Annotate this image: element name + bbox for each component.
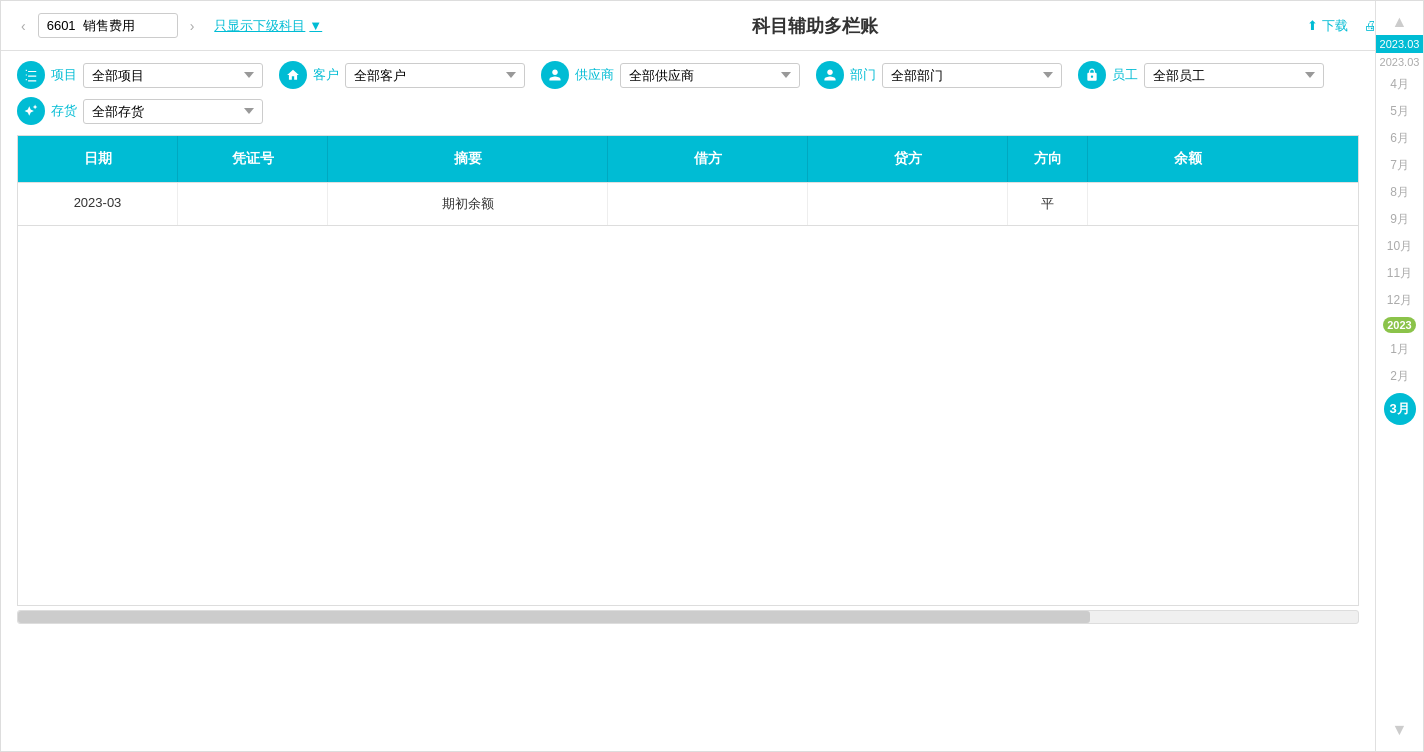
cell-direction: 平 xyxy=(1008,183,1088,225)
col-debit: 借方 xyxy=(608,136,808,182)
content-wrapper: 日期 凭证号 摘要 借方 贷方 方向 余额 2023-03 期初余额 平 xyxy=(1,135,1375,628)
timeline-month-4[interactable]: 4月 xyxy=(1376,71,1423,98)
timeline-month-8[interactable]: 8月 xyxy=(1376,179,1423,206)
timeline-selected-top[interactable]: 2023.03 xyxy=(1376,35,1423,53)
supplier-filter: 供应商 全部供应商 xyxy=(541,61,800,89)
cell-date: 2023-03 xyxy=(18,183,178,225)
inventory-filter: 存货 全部存货 xyxy=(17,97,263,125)
col-date: 日期 xyxy=(18,136,178,182)
dept-icon xyxy=(816,61,844,89)
customer-icon xyxy=(279,61,307,89)
cell-debit xyxy=(608,183,808,225)
timeline-month-9[interactable]: 9月 xyxy=(1376,206,1423,233)
project-icon xyxy=(17,61,45,89)
employee-filter: 员工 全部员工 xyxy=(1078,61,1324,89)
cell-summary: 期初余额 xyxy=(328,183,608,225)
project-filter: 项目 全部项目 xyxy=(17,61,263,89)
download-button[interactable]: ⬆ 下载 xyxy=(1307,17,1348,35)
customer-select[interactable]: 全部客户 xyxy=(345,63,525,88)
page-title: 科目辅助多栏账 xyxy=(330,14,1299,38)
inventory-icon xyxy=(17,97,45,125)
project-label: 项目 xyxy=(51,66,77,84)
col-direction: 方向 xyxy=(1008,136,1088,182)
project-select[interactable]: 全部项目 xyxy=(83,63,263,88)
download-icon: ⬆ xyxy=(1307,18,1318,33)
col-voucher: 凭证号 xyxy=(178,136,328,182)
cell-credit xyxy=(808,183,1008,225)
cell-balance xyxy=(1088,183,1288,225)
col-summary: 摘要 xyxy=(328,136,608,182)
inventory-select[interactable]: 全部存货 xyxy=(83,99,263,124)
timeline-up-button[interactable]: ▲ xyxy=(1388,9,1412,35)
timeline-year-badge[interactable]: 2023 xyxy=(1383,317,1415,333)
show-sub-toggle[interactable]: 只显示下级科目 ▼ xyxy=(214,17,322,35)
empty-content xyxy=(17,226,1359,606)
timeline-month-6[interactable]: 6月 xyxy=(1376,125,1423,152)
table-header: 日期 凭证号 摘要 借方 贷方 方向 余额 xyxy=(18,136,1358,182)
main-window: ✕ ‹ › 只显示下级科目 ▼ 科目辅助多栏账 ⬆ 下载 🖨 打印 xyxy=(0,0,1424,752)
timeline-month-1[interactable]: 1月 xyxy=(1376,336,1423,363)
inventory-label: 存货 xyxy=(51,102,77,120)
timeline-month-12[interactable]: 12月 xyxy=(1376,287,1423,314)
show-sub-chevron: ▼ xyxy=(309,18,322,33)
timeline-down-button[interactable]: ▼ xyxy=(1388,717,1412,743)
header-bar: ‹ › 只显示下级科目 ▼ 科目辅助多栏账 ⬆ 下载 🖨 打印 xyxy=(1,1,1423,51)
supplier-icon xyxy=(541,61,569,89)
show-sub-label: 只显示下级科目 xyxy=(214,17,305,35)
timeline-panel: ▲ 2023.03 2023.03 4月 5月 6月 7月 8月 9月 10月 … xyxy=(1375,1,1423,751)
timeline-month-5[interactable]: 5月 xyxy=(1376,98,1423,125)
prev-account-button[interactable]: ‹ xyxy=(17,16,30,36)
scrollbar-thumb[interactable] xyxy=(18,611,1090,623)
timeline-month-10[interactable]: 10月 xyxy=(1376,233,1423,260)
timeline-month-11[interactable]: 11月 xyxy=(1376,260,1423,287)
timeline-month-2[interactable]: 2月 xyxy=(1376,363,1423,390)
data-table: 日期 凭证号 摘要 借方 贷方 方向 余额 2023-03 期初余额 平 xyxy=(17,135,1359,226)
horizontal-scrollbar[interactable] xyxy=(17,610,1359,624)
table-row: 2023-03 期初余额 平 xyxy=(18,182,1358,225)
main-content: 日期 凭证号 摘要 借方 贷方 方向 余额 2023-03 期初余额 平 xyxy=(1,135,1375,628)
next-account-button[interactable]: › xyxy=(186,16,199,36)
col-balance: 余额 xyxy=(1088,136,1288,182)
employee-select[interactable]: 全部员工 xyxy=(1144,63,1324,88)
customer-filter: 客户 全部客户 xyxy=(279,61,525,89)
customer-label: 客户 xyxy=(313,66,339,84)
col-credit: 贷方 xyxy=(808,136,1008,182)
employee-label: 员工 xyxy=(1112,66,1138,84)
dept-label: 部门 xyxy=(850,66,876,84)
filter-bar: 项目 全部项目 客户 全部客户 供应商 全部供应商 xyxy=(1,51,1423,135)
dept-filter: 部门 全部部门 xyxy=(816,61,1062,89)
cell-voucher xyxy=(178,183,328,225)
dept-select[interactable]: 全部部门 xyxy=(882,63,1062,88)
timeline-selected-month[interactable]: 3月 xyxy=(1384,393,1416,425)
supplier-label: 供应商 xyxy=(575,66,614,84)
employee-icon xyxy=(1078,61,1106,89)
timeline-month-7[interactable]: 7月 xyxy=(1376,152,1423,179)
account-input[interactable] xyxy=(38,13,178,38)
supplier-select[interactable]: 全部供应商 xyxy=(620,63,800,88)
timeline-item-2023-03[interactable]: 2023.03 xyxy=(1376,53,1423,71)
